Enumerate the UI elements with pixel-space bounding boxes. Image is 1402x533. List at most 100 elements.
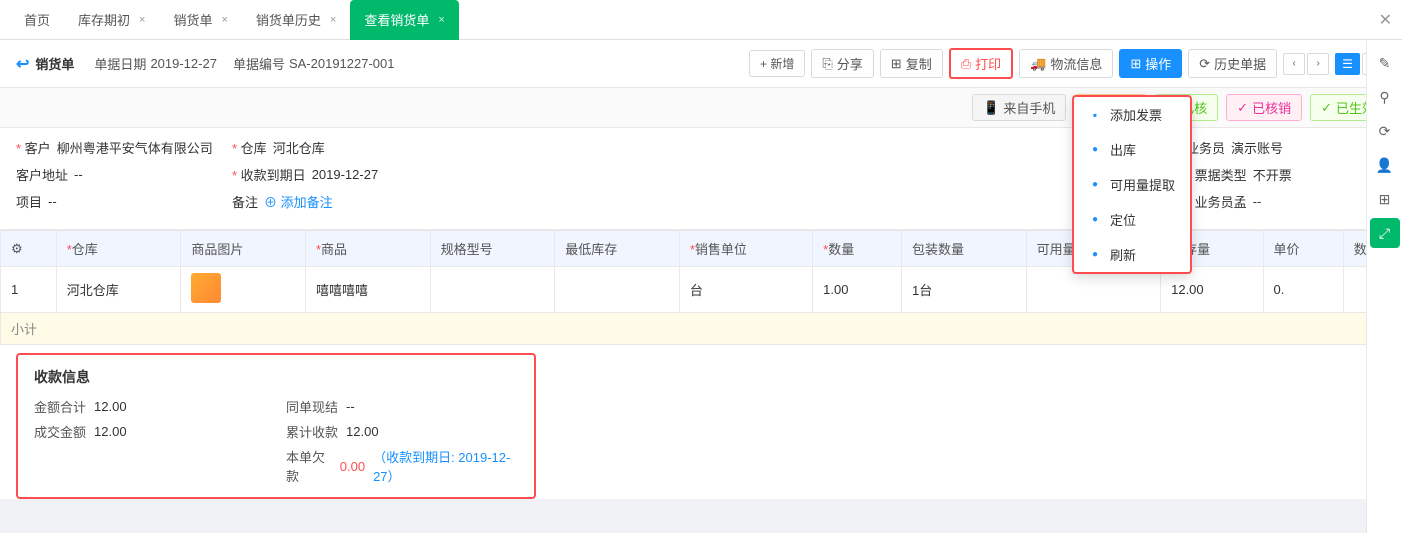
remark-field: 备注 ⊕ 添加备注 [232, 192, 1170, 211]
cumulative-label: 累计收款 [286, 422, 338, 441]
tab-inventory-init[interactable]: 库存期初 × [64, 0, 159, 40]
salesperson-field: 业务员孟 -- [1186, 192, 1386, 211]
cell-spec [430, 267, 555, 313]
address-value: -- [74, 167, 83, 182]
col-min-stock: 最低库存 [555, 231, 680, 267]
circle-icon-2: ● [1088, 178, 1102, 192]
sidebar-link-icon[interactable]: ⚲ [1370, 82, 1400, 112]
circle-icon-4: ● [1088, 248, 1102, 262]
cell-pkg-qty: 1台 [902, 267, 1027, 313]
col-product-img: 商品图片 [181, 231, 306, 267]
tab-view-close[interactable]: × [438, 14, 444, 26]
total-amount-label: 金额合计 [34, 397, 86, 416]
sidebar-user-icon[interactable]: 👤 [1370, 150, 1400, 180]
tab-history-close[interactable]: × [330, 14, 336, 26]
add-invoice-label: 添加发票 [1110, 105, 1162, 124]
col-warehouse: *仓库 [56, 231, 181, 267]
cumulative-value: 12.00 [346, 424, 379, 439]
list-view-button[interactable]: ☰ [1335, 53, 1360, 75]
refresh-item[interactable]: ● 刷新 [1074, 237, 1190, 272]
dropdown-menu: ▪ 添加发票 ● 出库 ● 可用量提取 ● 定位 ● 刷新 [1072, 95, 1192, 274]
subtotal-row: 小计 [1, 313, 1402, 345]
doc-date-label: 单据日期 2019-12-27 [94, 54, 217, 73]
due-date-label: 收款到期日 [232, 165, 306, 184]
share-button[interactable]: ⎘ 分享 [811, 49, 873, 78]
col-qty: *数量 [813, 231, 902, 267]
history-button[interactable]: ⟳ 历史单据 [1188, 49, 1277, 78]
next-button[interactable]: › [1307, 53, 1329, 75]
cell-row-num: 1 [1, 267, 57, 313]
customer-field: 客户 柳州粤港平安气体有限公司 [16, 138, 216, 157]
from-phone-button[interactable]: 📱 来自手机 [972, 94, 1066, 121]
add-remark-button[interactable]: ⊕ 添加备注 [264, 192, 333, 211]
sold-icon: ✓ [1237, 100, 1248, 116]
phone-icon: 📱 [983, 100, 999, 116]
owed-note: （收款到期日: 2019-12-27） [373, 447, 518, 485]
project-label: 项目 [16, 192, 42, 211]
circle-icon-1: ● [1088, 143, 1102, 157]
operate-button[interactable]: ⊞ 操作 [1119, 49, 1182, 78]
available-qty-item[interactable]: ● 可用量提取 [1074, 167, 1190, 202]
print-button[interactable]: ⎙ 打印 [949, 48, 1013, 79]
circle-icon-3: ● [1088, 213, 1102, 227]
sidebar-edit-icon[interactable]: ✎ [1370, 48, 1400, 78]
owed-item: 本单欠款 0.00 （收款到期日: 2019-12-27） [286, 447, 518, 485]
sidebar-grid-icon[interactable]: ⊞ [1370, 184, 1400, 214]
tab-sales-history[interactable]: 销货单历史 × [242, 0, 350, 40]
effect-icon: ✓ [1321, 100, 1332, 116]
bill-type-value: 不开票 [1253, 165, 1292, 184]
cell-unit: 台 [679, 267, 812, 313]
doc-title: ↩ 销货单 [16, 54, 74, 74]
cell-min-stock [555, 267, 680, 313]
new-button[interactable]: + 新增 [749, 50, 805, 77]
staff-value: 演示账号 [1231, 138, 1283, 157]
sold-button[interactable]: ✓ 已核销 [1226, 94, 1302, 121]
payment-grid: 金额合计 12.00 同单现结 -- 成交金额 12.00 累计收款 12.00… [34, 397, 518, 485]
prev-button[interactable]: ‹ [1283, 53, 1305, 75]
salesperson-value: -- [1253, 194, 1262, 209]
outbound-item[interactable]: ● 出库 [1074, 132, 1190, 167]
add-invoice-item[interactable]: ▪ 添加发票 [1074, 97, 1190, 132]
col-unit-price: 单价 [1263, 231, 1343, 267]
address-label: 客户地址 [16, 165, 68, 184]
doc-type-label: 销货单 [35, 54, 74, 73]
cell-product-img [181, 267, 306, 313]
bill-type-field: 票据类型 不开票 [1186, 165, 1386, 184]
plus-icon: ⊕ [264, 195, 277, 210]
history-icon: ⟳ [1199, 56, 1210, 72]
owed-label: 本单欠款 [286, 447, 332, 485]
nav-arrows: ‹ › [1283, 53, 1329, 75]
tab-bar: 首页 库存期初 × 销货单 × 销货单历史 × 查看销货单 × ✕ [0, 0, 1402, 40]
available-qty-label: 可用量提取 [1110, 175, 1175, 194]
tab-inventory-close[interactable]: × [139, 14, 145, 26]
col-settings[interactable]: ⚙ [1, 231, 57, 267]
project-field: 项目 -- [16, 192, 216, 211]
tab-view-label: 查看销货单 [364, 10, 429, 29]
logistics-button[interactable]: 🚚 物流信息 [1019, 49, 1113, 78]
cell-product: 嘻嘻嘻嘻 [305, 267, 430, 313]
settlement-value: -- [346, 399, 355, 414]
doc-meta: 单据日期 2019-12-27 单据编号 SA-20191227-001 [94, 54, 749, 73]
doc-type-icon: ↩ [16, 54, 29, 74]
warehouse-label: 仓库 [232, 138, 267, 157]
sidebar-expand-icon[interactable]: ⤢ [1370, 218, 1400, 248]
locate-item[interactable]: ● 定位 [1074, 202, 1190, 237]
sidebar-history-icon[interactable]: ⟳ [1370, 116, 1400, 146]
salesperson-label: 业务员孟 [1186, 192, 1247, 211]
transaction-label: 成交金额 [34, 422, 86, 441]
tab-sales-close[interactable]: × [221, 14, 227, 26]
table-row: 1 河北仓库 嘻嘻嘻嘻 台 1.00 1台 12.00 0. [1, 267, 1402, 313]
window-close-button[interactable]: ✕ [1379, 10, 1392, 30]
payment-section: 收款信息 金额合计 12.00 同单现结 -- 成交金额 12.00 累计收款 … [16, 353, 536, 499]
tab-sales-order[interactable]: 销货单 × [159, 0, 241, 40]
tab-home-label: 首页 [24, 10, 50, 29]
copy-icon: ⊞ [891, 56, 902, 72]
customer-value: 柳州粤港平安气体有限公司 [57, 138, 213, 157]
col-pkg-qty: 包装数量 [902, 231, 1027, 267]
tab-home[interactable]: 首页 [10, 0, 64, 40]
warehouse-field: 仓库 河北仓库 [232, 138, 1170, 157]
owed-value: 0.00 [340, 459, 365, 474]
copy-button[interactable]: ⊞ 复制 [880, 49, 943, 78]
share-icon: ⎘ [822, 56, 832, 72]
tab-view-sales[interactable]: 查看销货单 × [350, 0, 458, 40]
